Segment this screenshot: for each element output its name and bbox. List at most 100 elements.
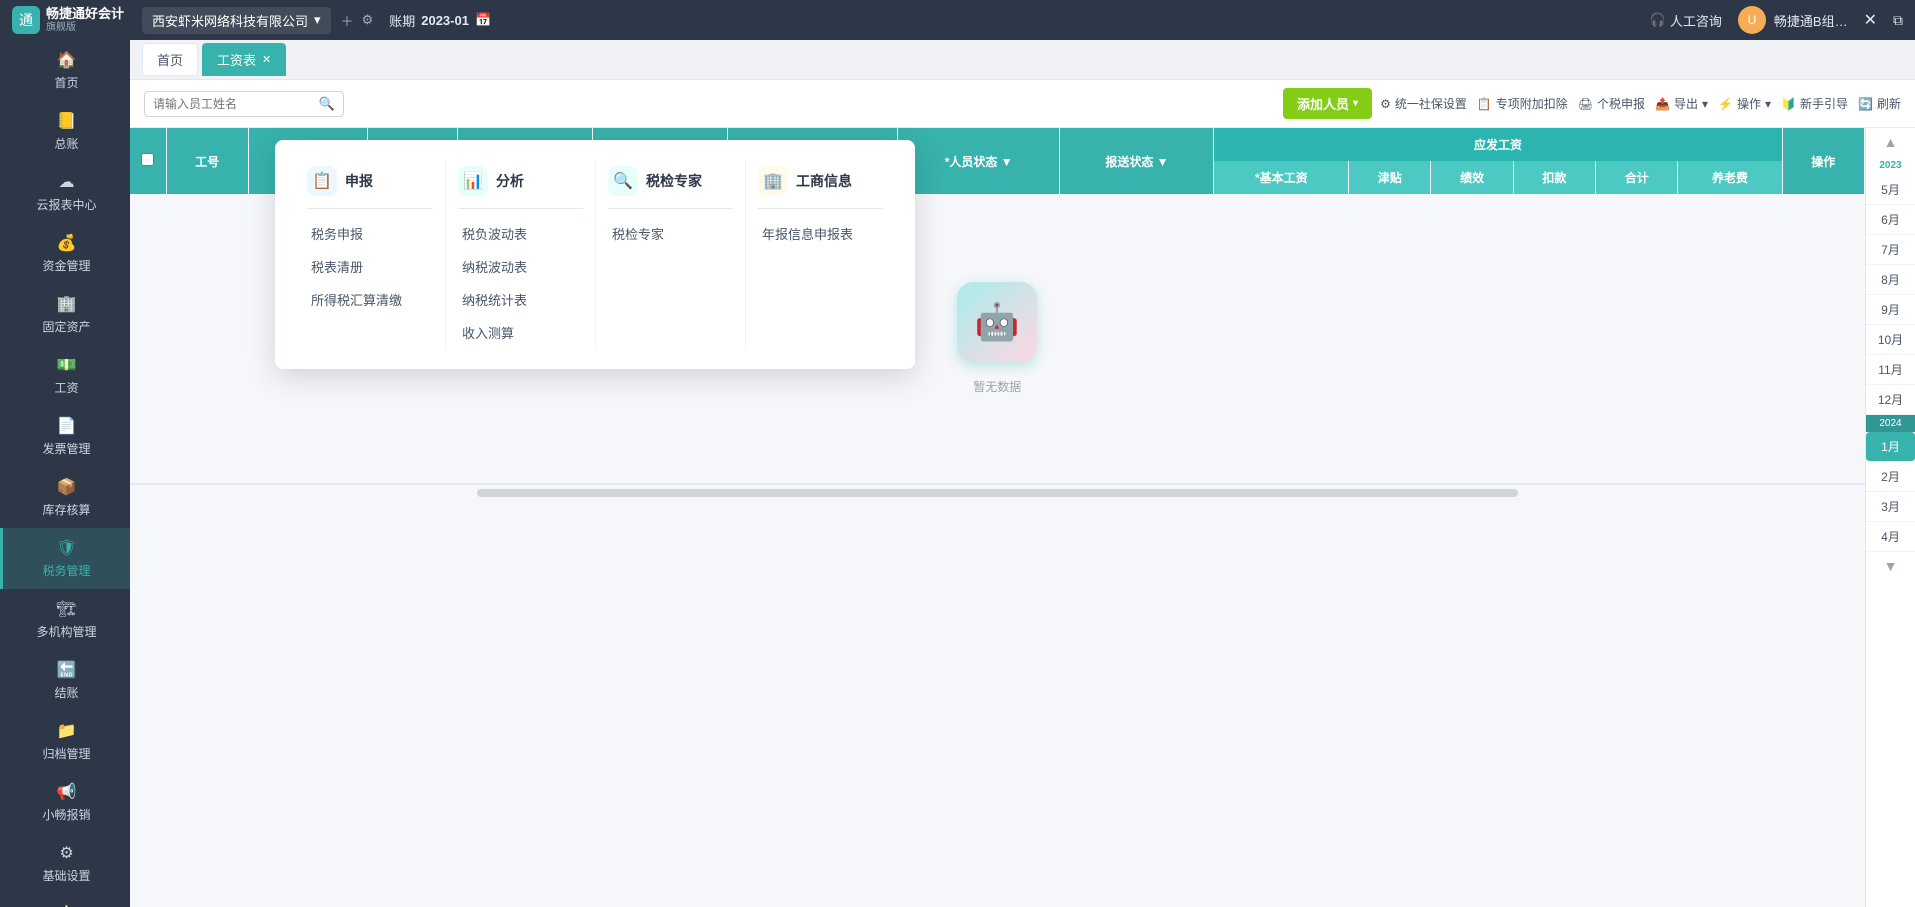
- cal-month-1[interactable]: 1月: [1866, 432, 1915, 462]
- maximize-btn[interactable]: ⧉: [1893, 12, 1903, 29]
- social-security-btn[interactable]: ⚙ 统一社保设置: [1380, 95, 1467, 112]
- special-deduction-btn[interactable]: 📋 专项附加扣除: [1477, 95, 1568, 112]
- cal-month-3[interactable]: 3月: [1866, 492, 1915, 522]
- guide-toolbar-icon: 🔰: [1781, 97, 1796, 111]
- declaration-section-icon: 📋: [307, 166, 337, 196]
- close-icon: 🔚: [57, 660, 77, 680]
- close-window-btn[interactable]: ✕: [1864, 10, 1877, 30]
- settings-nav-icon: ⚙: [59, 843, 73, 863]
- cal-nav-up[interactable]: ▲: [1877, 128, 1905, 156]
- cal-month-5[interactable]: 5月: [1866, 175, 1915, 205]
- content-area: 首页 工资表 ✕ 🔍 添加人员 ▾ ⚙ 统一社保设置: [130, 40, 1915, 907]
- calendar-icon[interactable]: 📅: [475, 12, 491, 28]
- add-company-btn[interactable]: ＋: [341, 11, 354, 30]
- toolbar-actions: ⚙ 统一社保设置 📋 专项附加扣除 🖨 个税申报 📤 导出 ▾ ⚡: [1380, 95, 1901, 112]
- operation-chevron: ▾: [1765, 97, 1771, 111]
- sidebar-item-ledger[interactable]: 📒 总账: [0, 101, 130, 162]
- cal-month-2[interactable]: 2月: [1866, 462, 1915, 492]
- menu-item-tax-fluctuation[interactable]: 纳税波动表: [458, 250, 583, 283]
- menu-item-tax-expert[interactable]: 税检专家: [608, 217, 733, 250]
- search-wrap: 🔍: [144, 91, 344, 117]
- cal-nav-down[interactable]: ▼: [1877, 552, 1905, 580]
- th-deduction: 扣款: [1513, 161, 1595, 194]
- assets-icon: 🏢: [57, 294, 77, 314]
- menu-section-declaration-header: 📋 申报: [307, 160, 433, 209]
- menu-item-annual-report[interactable]: 年报信息申报表: [758, 217, 883, 250]
- funds-icon: 💰: [57, 233, 77, 253]
- menu-section-analysis-header: 📊 分析: [458, 160, 583, 209]
- th-base-salary: *基本工资: [1214, 161, 1349, 194]
- sidebar-item-guide[interactable]: 🌟 新手引导: [0, 894, 130, 907]
- sidebar-item-cloud[interactable]: ☁ 云报表中心: [0, 162, 130, 223]
- sidebar-item-inventory[interactable]: 📦 库存核算: [0, 467, 130, 528]
- refresh-label: 刷新: [1877, 95, 1901, 112]
- sidebar-item-settings[interactable]: ⚙ 基础设置: [0, 833, 130, 894]
- user-name: 畅捷通B组…: [1774, 11, 1848, 30]
- app-subtitle: 旗舰版: [46, 22, 124, 34]
- cal-month-7[interactable]: 7月: [1866, 235, 1915, 265]
- menu-section-business-header: 🏢 工商信息: [758, 160, 883, 209]
- sidebar-item-close[interactable]: 🔚 结账: [0, 650, 130, 711]
- cal-month-8[interactable]: 8月: [1866, 265, 1915, 295]
- sidebar-item-invoice[interactable]: 📄 发票管理: [0, 406, 130, 467]
- sidebar-label-close: 结账: [54, 684, 78, 701]
- tab-home[interactable]: 首页: [142, 43, 198, 76]
- cal-month-11[interactable]: 11月: [1866, 355, 1915, 385]
- select-all-checkbox[interactable]: [141, 153, 154, 166]
- sidebar-item-tax[interactable]: 🛡 税务管理: [0, 528, 130, 589]
- tab-home-label: 首页: [157, 50, 183, 69]
- sidebar-item-funds[interactable]: 💰 资金管理: [0, 223, 130, 284]
- tab-close-btn[interactable]: ✕: [262, 53, 271, 66]
- search-input[interactable]: [153, 97, 313, 111]
- sidebar-label-invoice: 发票管理: [42, 440, 90, 457]
- sidebar-label-funds: 资金管理: [42, 257, 90, 274]
- export-chevron: ▾: [1702, 97, 1708, 111]
- right-calendar: ▲ 2023 5月 6月 7月 8月 9月 10月 11月 12月 2024 1…: [1865, 128, 1915, 907]
- cal-month-10[interactable]: 10月: [1866, 325, 1915, 355]
- company-selector[interactable]: 西安虾米网络科技有限公司 ▾: [142, 7, 331, 34]
- sidebar-item-salary[interactable]: 💵 工资: [0, 345, 130, 406]
- refresh-btn[interactable]: 🔄 刷新: [1858, 95, 1901, 112]
- sidebar-item-home[interactable]: 🏠 首页: [0, 40, 130, 101]
- sidebar-label-ledger: 总账: [54, 135, 78, 152]
- menu-item-tax-register[interactable]: 税表清册: [307, 250, 433, 283]
- menu-item-tax-declaration[interactable]: 税务申报: [307, 217, 433, 250]
- sidebar: 🏠 首页 📒 总账 ☁ 云报表中心 💰 资金管理 🏢 固定资产 💵 工资 📄 发…: [0, 40, 130, 907]
- scrollbar-thumb[interactable]: [477, 489, 1518, 497]
- search-icon[interactable]: 🔍: [319, 96, 335, 112]
- sidebar-item-archive[interactable]: 📁 归档管理: [0, 711, 130, 772]
- th-checkbox[interactable]: [130, 128, 166, 194]
- service-btn[interactable]: 🎧 人工咨询: [1650, 11, 1722, 30]
- cal-month-4[interactable]: 4月: [1866, 522, 1915, 552]
- tax-declaration-btn[interactable]: 🖨 个税申报: [1578, 95, 1645, 112]
- period-label: 账期: [389, 11, 415, 30]
- menu-item-income-forecast[interactable]: 收入测算: [458, 316, 583, 349]
- sidebar-item-assets[interactable]: 🏢 固定资产: [0, 284, 130, 345]
- th-total: 合计: [1596, 161, 1678, 194]
- empty-text: 暂无数据: [973, 378, 1021, 395]
- cal-month-12[interactable]: 12月: [1866, 385, 1915, 415]
- guide-btn[interactable]: 🔰 新手引导: [1781, 95, 1848, 112]
- add-employee-btn[interactable]: 添加人员 ▾: [1283, 88, 1372, 119]
- user-menu[interactable]: U 畅捷通B组…: [1738, 6, 1848, 34]
- header-period: 账期 2023-01 📅: [389, 11, 491, 30]
- menu-item-tax-burden[interactable]: 税负波动表: [458, 217, 583, 250]
- menu-item-tax-statistics[interactable]: 纳税统计表: [458, 283, 583, 316]
- tab-salary-table[interactable]: 工资表 ✕: [202, 43, 286, 76]
- menu-item-income-settlement[interactable]: 所得税汇算清缴: [307, 283, 433, 316]
- expert-section-title: 税检专家: [646, 171, 702, 191]
- social-security-icon: ⚙: [1380, 97, 1391, 111]
- sidebar-item-expense[interactable]: 📢 小畅报销: [0, 772, 130, 833]
- th-report-status: 报送状态 ▼: [1060, 128, 1214, 194]
- export-btn[interactable]: 📤 导出 ▾: [1655, 95, 1708, 112]
- business-section-title: 工商信息: [796, 171, 852, 191]
- expert-section-icon: 🔍: [608, 166, 638, 196]
- cal-month-6[interactable]: 6月: [1866, 205, 1915, 235]
- menu-section-declaration: 📋 申报 税务申报 税表清册 所得税汇算清缴: [295, 160, 445, 349]
- social-security-label: 统一社保设置: [1395, 95, 1467, 112]
- scrollbar-placeholder: [130, 484, 1865, 500]
- sidebar-item-multi[interactable]: 🏗 多机构管理: [0, 589, 130, 650]
- settings-icon[interactable]: ⚙: [362, 12, 374, 28]
- operation-btn[interactable]: ⚡ 操作 ▾: [1718, 95, 1771, 112]
- cal-month-9[interactable]: 9月: [1866, 295, 1915, 325]
